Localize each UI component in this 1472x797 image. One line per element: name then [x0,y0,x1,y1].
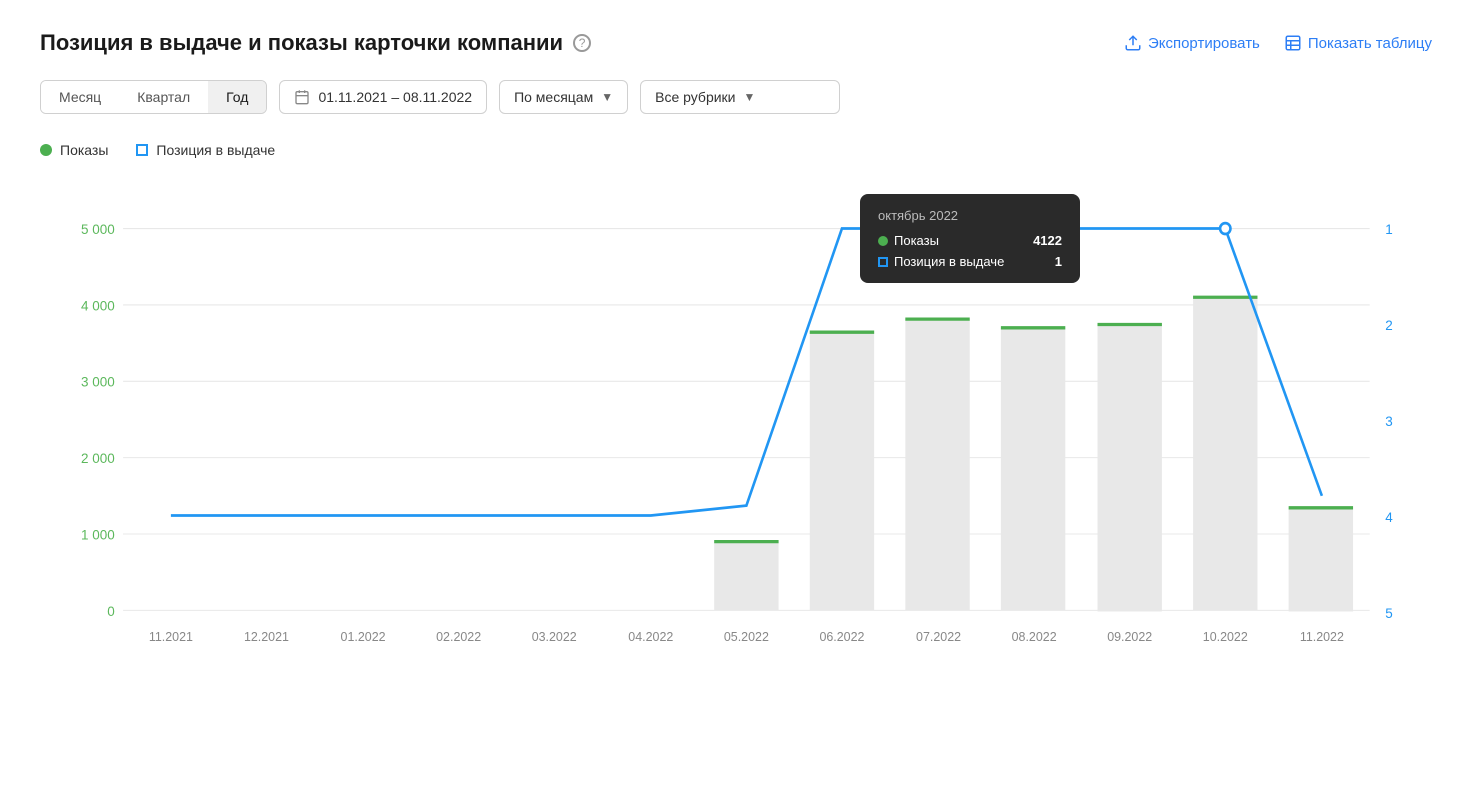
svg-text:4: 4 [1385,509,1393,525]
bar-05-2022 [714,542,778,611]
svg-text:03.2022: 03.2022 [532,629,577,644]
chart-svg: .y-label-left { font-size: 13px; fill: #… [40,174,1432,654]
date-range-picker[interactable]: 01.11.2021 – 08.11.2022 [279,80,487,114]
legend-position-label: Позиция в выдаче [156,142,275,158]
svg-text:3 000: 3 000 [81,373,115,389]
export-button[interactable]: Экспортировать [1124,34,1260,52]
header-left: Позиция в выдаче и показы карточки компа… [40,30,591,56]
position-dot-10-2022 [1220,223,1230,234]
svg-text:1 000: 1 000 [81,526,115,542]
date-range-value: 01.11.2021 – 08.11.2022 [318,89,472,105]
svg-text:5: 5 [1385,605,1393,621]
show-table-button[interactable]: Показать таблицу [1284,34,1432,52]
svg-text:07.2022: 07.2022 [916,629,961,644]
chart-container: .y-label-left { font-size: 13px; fill: #… [40,174,1432,654]
chart-legend: Показы Позиция в выдаче [40,142,1432,158]
legend-position: Позиция в выдаче [136,142,275,158]
svg-text:04.2022: 04.2022 [628,629,673,644]
export-icon [1124,34,1142,52]
svg-text:08.2022: 08.2022 [1012,629,1057,644]
calendar-icon [294,89,310,105]
legend-position-icon [136,144,148,156]
svg-text:4 000: 4 000 [81,297,115,313]
tab-month[interactable]: Месяц [41,81,119,113]
controls-bar: Месяц Квартал Год 01.11.2021 – 08.11.202… [40,80,1432,114]
svg-text:5 000: 5 000 [81,221,115,237]
page-header: Позиция в выдаче и показы карточки компа… [40,30,1432,56]
bar-07-2022 [905,319,969,610]
bar-10-2022 [1193,297,1257,610]
svg-text:11.2022: 11.2022 [1300,629,1344,644]
bar-08-2022 [1001,328,1065,611]
svg-text:05.2022: 05.2022 [724,629,769,644]
help-icon[interactable]: ? [573,34,591,52]
tab-quarter[interactable]: Квартал [119,81,208,113]
grouping-dropdown[interactable]: По месяцам ▼ [499,80,628,114]
svg-text:02.2022: 02.2022 [436,629,481,644]
page-title: Позиция в выдаче и показы карточки компа… [40,30,563,56]
svg-text:09.2022: 09.2022 [1107,629,1152,644]
rubric-value: Все рубрики [655,89,735,105]
svg-text:2 000: 2 000 [81,450,115,466]
grouping-value: По месяцам [514,89,593,105]
svg-text:3: 3 [1385,413,1393,429]
bar-09-2022 [1098,325,1162,612]
chevron-down-icon: ▼ [601,90,613,104]
bar-11-2022 [1289,508,1353,612]
table-icon [1284,34,1302,52]
svg-text:0: 0 [107,603,115,619]
svg-text:12.2021: 12.2021 [244,629,289,644]
svg-text:1: 1 [1385,221,1393,237]
legend-shows: Показы [40,142,108,158]
svg-text:10.2022: 10.2022 [1203,629,1248,644]
legend-shows-icon [40,144,52,156]
svg-text:06.2022: 06.2022 [819,629,864,644]
svg-text:01.2022: 01.2022 [341,629,386,644]
svg-text:2: 2 [1385,317,1393,333]
header-actions: Экспортировать Показать таблицу [1124,34,1432,52]
svg-text:11.2021: 11.2021 [149,629,193,644]
rubric-chevron-icon: ▼ [744,90,756,104]
period-tabs: Месяц Квартал Год [40,80,267,114]
bar-06-2022 [810,332,874,610]
tab-year[interactable]: Год [208,81,266,113]
legend-shows-label: Показы [60,142,108,158]
rubric-dropdown[interactable]: Все рубрики ▼ [640,80,840,114]
